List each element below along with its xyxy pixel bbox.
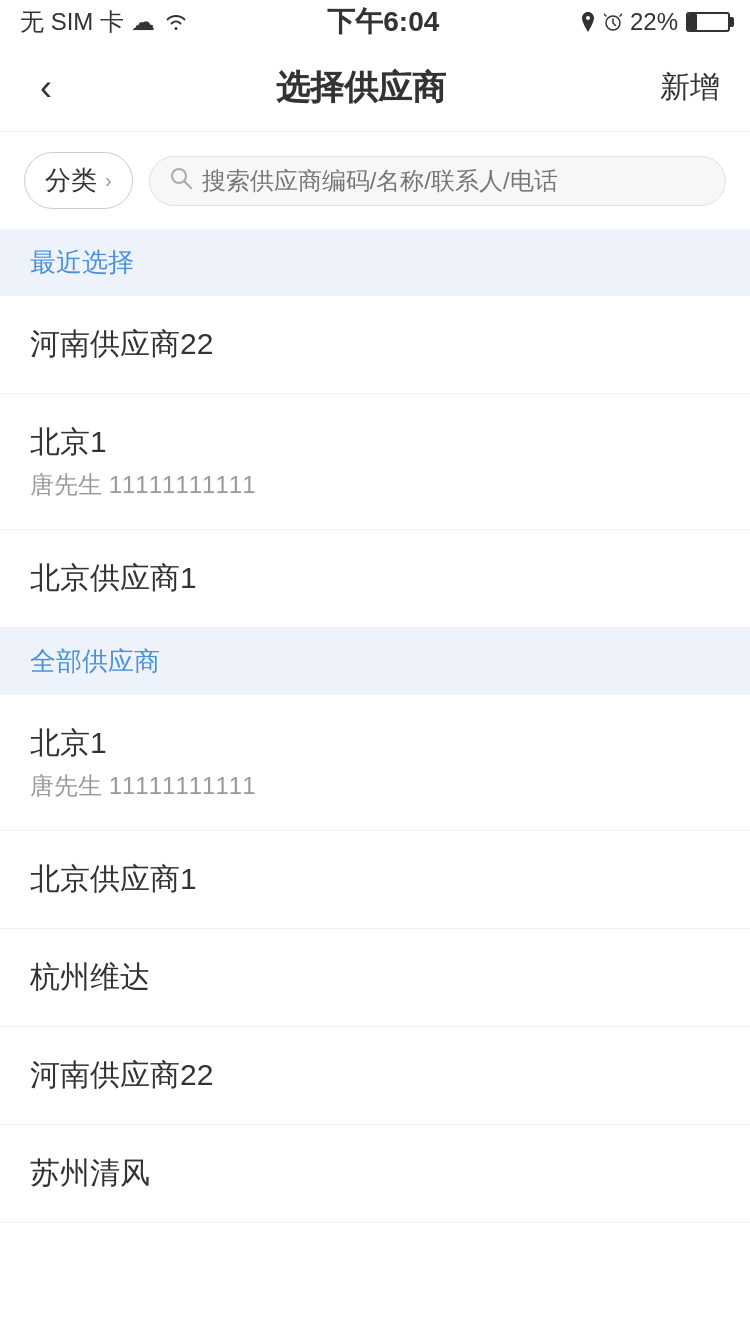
- list-item[interactable]: 河南供应商22: [0, 1027, 750, 1125]
- item-name: 北京1: [30, 723, 720, 764]
- item-name: 河南供应商22: [30, 1055, 720, 1096]
- list-item[interactable]: 北京1 唐先生 11111111111: [0, 695, 750, 831]
- new-add-button[interactable]: 新增: [660, 67, 720, 108]
- list-item[interactable]: 北京1 唐先生 11111111111: [0, 394, 750, 530]
- search-icon: [170, 167, 192, 195]
- item-name: 北京1: [30, 422, 720, 463]
- list-item[interactable]: 苏州清风: [0, 1125, 750, 1223]
- list-item[interactable]: 北京供应商1: [0, 831, 750, 929]
- back-button[interactable]: ‹: [30, 57, 62, 119]
- all-list: 北京1 唐先生 11111111111 北京供应商1 杭州维达河南供应商22 苏州清风: [0, 695, 750, 1223]
- battery-percent: 22%: [630, 8, 678, 36]
- list-item[interactable]: 杭州维达: [0, 929, 750, 1027]
- battery-icon: [686, 12, 730, 32]
- page-title: 选择供应商: [276, 65, 446, 111]
- status-right: 22%: [580, 8, 730, 36]
- status-left: 无 SIM 卡 ☁: [20, 6, 187, 38]
- recent-section-label: 最近选择: [30, 247, 134, 277]
- item-name: 苏州清风: [30, 1153, 720, 1194]
- svg-line-2: [184, 181, 191, 188]
- item-name: 杭州维达: [30, 957, 720, 998]
- status-bar: 无 SIM 卡 ☁ 下午6:04 22%: [0, 0, 750, 44]
- recent-list: 河南供应商22 北京1 唐先生 11111111111 北京供应商1: [0, 296, 750, 628]
- recent-section-header: 最近选择: [0, 229, 750, 296]
- item-name: 河南供应商22: [30, 324, 720, 365]
- item-name: 北京供应商1: [30, 859, 720, 900]
- alarm-icon: [604, 12, 622, 32]
- status-time: 下午6:04: [327, 3, 439, 41]
- all-section-header: 全部供应商: [0, 628, 750, 695]
- all-section-label: 全部供应商: [30, 646, 160, 676]
- location-icon: [580, 12, 596, 32]
- filter-bar: 分类 ›: [0, 132, 750, 229]
- wifi-icon: [165, 14, 187, 30]
- item-sub: 唐先生 11111111111: [30, 469, 720, 501]
- category-label: 分类: [45, 163, 97, 198]
- category-filter-button[interactable]: 分类 ›: [24, 152, 133, 209]
- nav-bar: ‹ 选择供应商 新增: [0, 44, 750, 132]
- item-name: 北京供应商1: [30, 558, 720, 599]
- search-input[interactable]: [202, 167, 705, 195]
- item-sub: 唐先生 11111111111: [30, 770, 720, 802]
- list-item[interactable]: 河南供应商22: [0, 296, 750, 394]
- chevron-right-icon: ›: [105, 169, 112, 192]
- search-box[interactable]: [149, 156, 726, 206]
- list-item[interactable]: 北京供应商1: [0, 530, 750, 628]
- no-sim-label: 无 SIM 卡 ☁: [20, 6, 155, 38]
